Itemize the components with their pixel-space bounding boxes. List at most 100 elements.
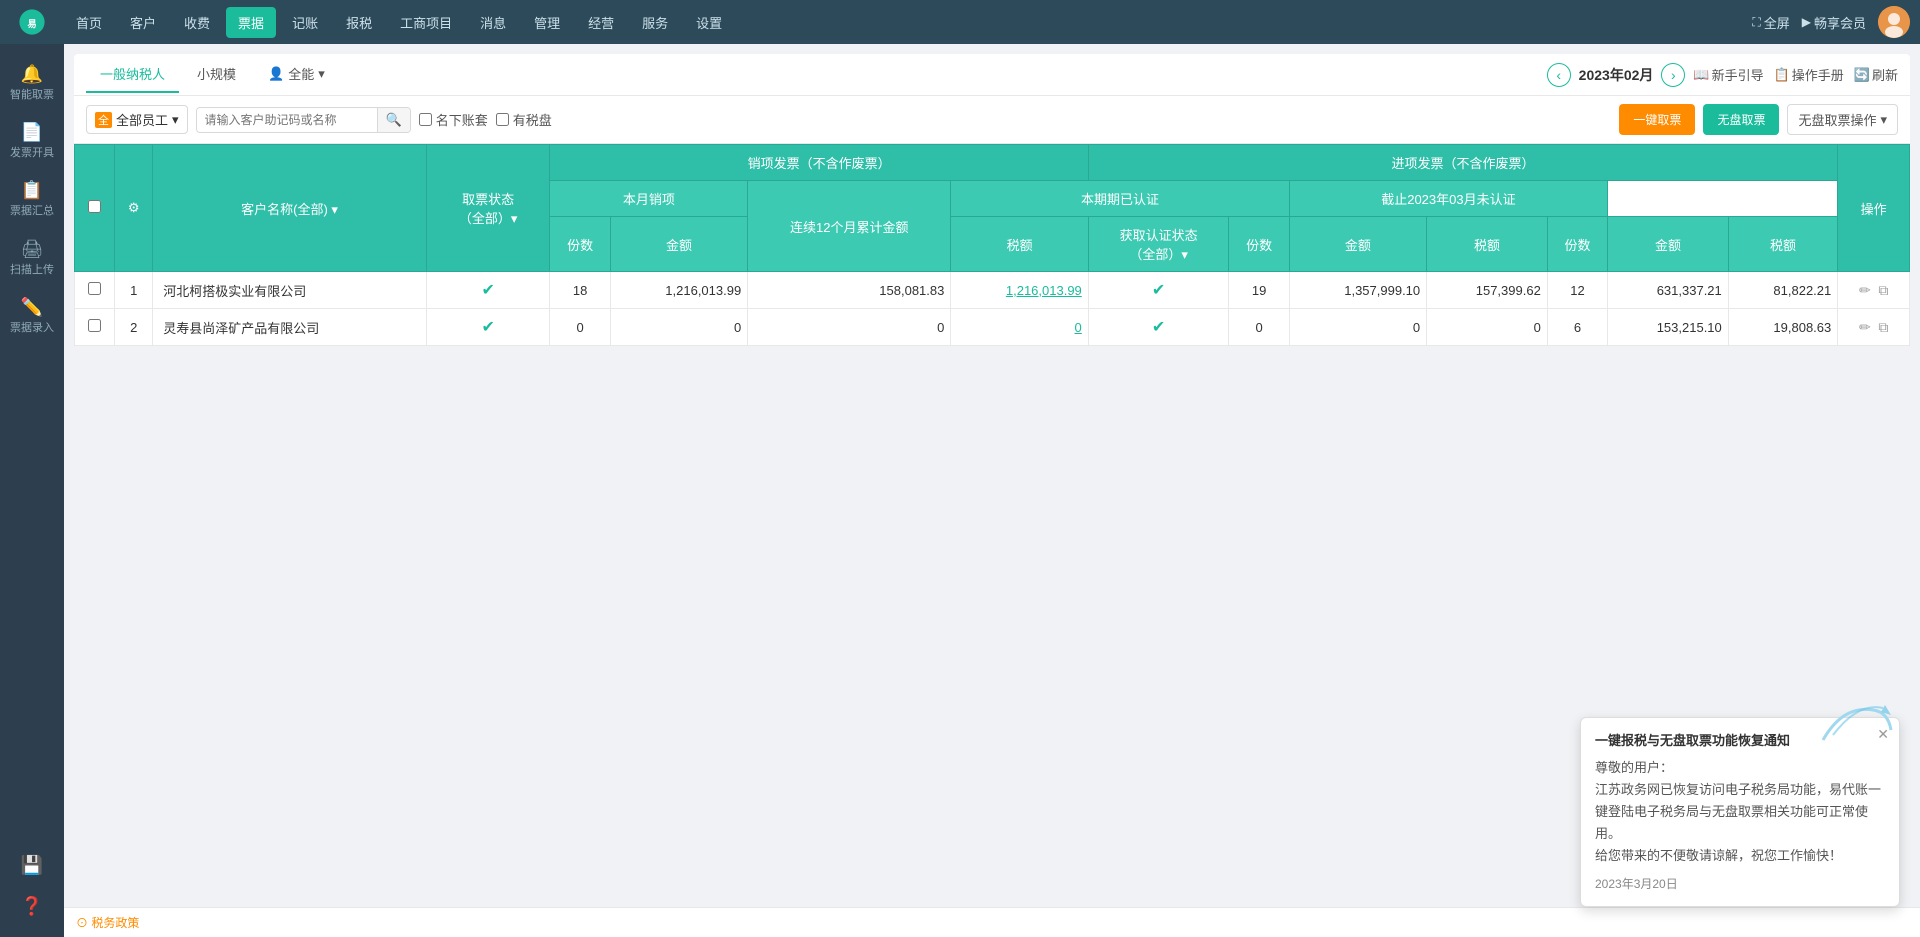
manual-icon: 📋 [1774,67,1790,83]
notification-popup: ✕ 一键报税与无盘取票功能恢复通知 尊敬的用户：江苏政务网已恢复访问电子税务局功… [1580,717,1900,907]
row-uncert-amount: 631,337.21 [1608,272,1729,309]
sidebar-item-invoice-entry[interactable]: ✏️ 票据录入 [0,287,64,345]
nav-settings[interactable]: 设置 [684,7,734,38]
notification-line: 尊敬的用户： [1595,757,1885,779]
nav-invoice[interactable]: 票据 [226,7,276,38]
notification-line: 用。 [1595,823,1885,845]
dropdown-arrow-icon: ▾ [1880,112,1887,128]
row-sale-12m: 1,216,013.99 [951,272,1088,309]
th-customer-name: 客户名称(全部) ▾ [153,145,427,272]
notification-body: 尊敬的用户：江苏政务网已恢复访问电子税务局功能，易代账一键登陆电子税务局与无盘取… [1595,757,1885,867]
tab-nav-right: 📖 新手引导 📋 操作手册 🔄 刷新 [1693,65,1898,84]
tax-disk-checkbox[interactable] [496,113,509,126]
row-sale-tax: 0 [748,309,951,346]
nav-business[interactable]: 工商项目 [388,7,464,38]
notification-date: 2023年3月20日 [1595,875,1885,892]
notification-close-btn[interactable]: ✕ [1877,726,1889,743]
tab-all[interactable]: 👤 全能 ▾ [254,56,339,93]
refresh-btn[interactable]: 🔄 刷新 [1854,65,1898,84]
settings-icon[interactable]: ⚙ [128,200,140,215]
table-container: ⚙ 客户名称(全部) ▾ 取票状态（全部）▾ 销项发票（不含作废票） 进项发票（… [74,144,1910,346]
th-settings: ⚙ [115,145,153,272]
employee-filter-label: 全部员工 [116,110,168,129]
select-all-checkbox[interactable] [88,200,101,213]
period-next-btn[interactable]: › [1661,63,1685,87]
filter-badge: 全 [95,112,112,128]
fullscreen-btn[interactable]: ⛶ 全屏 [1752,13,1789,32]
copy-icon[interactable]: ⧉ [1878,282,1888,298]
sidebar-item-scan-upload[interactable]: 🖨 扫描上传 [0,229,64,287]
row-cert-count: 19 [1229,272,1289,309]
sale-12m-link[interactable]: 1,216,013.99 [1006,283,1082,298]
nav-fee[interactable]: 收费 [172,7,222,38]
nav-bookkeeping[interactable]: 记账 [280,7,330,38]
row-sale-12m: 0 [951,309,1088,346]
bank-checkbox-label[interactable]: 名下账套 [419,110,488,129]
member-btn[interactable]: ▶ 畅享会员 [1802,13,1866,32]
sidebar-item-smart-ticket[interactable]: 🔔 智能取票 [0,54,64,112]
sidebar-item-label-scan: 扫描上传 [10,264,54,277]
nav-home[interactable]: 首页 [64,7,114,38]
tab-small-scale[interactable]: 小规模 [183,56,250,93]
th-12m-total: 连续12个月累计金额 [748,181,951,272]
nav-service[interactable]: 服务 [630,7,680,38]
row-sale-count: 0 [550,309,610,346]
toolbar: 全 全部员工 ▾ 🔍 名下账套 有税盘 一键取票 无盘取票 无盘取票操作 ▾ [74,96,1910,144]
notification-title: 一键报税与无盘取票功能恢复通知 [1595,730,1885,749]
period-nav: ‹ 2023年02月 › [1547,63,1686,87]
notification-line: 键登陆电子税务局与无盘取票相关功能可正常使 [1595,801,1885,823]
top-nav: 易 首页 客户 收费 票据 记账 报税 工商项目 消息 管理 经营 服务 设置 … [0,0,1920,44]
edit-icon[interactable]: ✏ [1859,282,1871,298]
nav-manage[interactable]: 管理 [522,7,572,38]
search-input[interactable] [197,109,377,131]
sidebar-item-invoice-summary[interactable]: 📋 票据汇总 [0,170,64,228]
tax-disk-checkbox-label[interactable]: 有税盘 [496,110,552,129]
sale-12m-link[interactable]: 0 [1075,320,1082,335]
nav-customer[interactable]: 客户 [118,7,168,38]
nav-message[interactable]: 消息 [468,7,518,38]
no-disk-ops-btn[interactable]: 无盘取票操作 ▾ [1787,104,1898,135]
row-checkbox[interactable] [75,309,115,346]
th-checkbox[interactable] [75,145,115,272]
invoice-open-icon: 📄 [21,122,43,143]
sidebar-item-invoice-open[interactable]: 📄 发票开具 [0,112,64,170]
search-button[interactable]: 🔍 [377,108,410,132]
row-sale-amount: 1,216,013.99 [610,272,747,309]
row-uncert-amount: 153,215.10 [1608,309,1729,346]
th-uncert-count: 份数 [1547,217,1607,272]
employee-filter[interactable]: 全 全部员工 ▾ [86,105,188,134]
th-uncertified: 截止2023年03月未认证 [1289,181,1607,217]
row-cert-amount: 0 [1289,309,1426,346]
new-guide-btn[interactable]: 📖 新手引导 [1693,65,1763,84]
th-purchase-group: 进项发票（不含作废票） [1088,145,1837,181]
edit-icon[interactable]: ✏ [1859,319,1871,335]
nav-tax[interactable]: 报税 [334,7,384,38]
row-num: 2 [115,309,153,346]
sidebar-item-download[interactable]: 💾 [0,845,64,886]
th-uncert-tax: 税额 [1728,217,1837,272]
avatar[interactable] [1878,6,1910,38]
th-uncert-amount: 金额 [1608,217,1729,272]
row-uncert-tax: 81,822.21 [1728,272,1837,309]
sidebar-bottom: 💾 ❓ [0,845,64,937]
bank-checkbox[interactable] [419,113,432,126]
row-customer-name: 河北柯搭极实业有限公司 [153,272,427,309]
row-sale-amount: 0 [610,309,747,346]
manual-btn[interactable]: 📋 操作手册 [1774,65,1844,84]
tax-policy-link[interactable]: ⊙ 税务政策 [76,914,139,931]
status-check-icon: ✔ [481,319,494,336]
one-click-ticket-btn[interactable]: 一键取票 [1619,104,1695,135]
row-checkbox[interactable] [75,272,115,309]
nav-operation[interactable]: 经营 [576,7,626,38]
period-prev-btn[interactable]: ‹ [1547,63,1571,87]
th-cert-count: 份数 [1229,217,1289,272]
th-sale-amount-label: 金额 [610,217,747,272]
copy-icon[interactable]: ⧉ [1878,319,1888,335]
tab-general-taxpayer[interactable]: 一般纳税人 [86,56,179,93]
sidebar-item-label-open: 发票开具 [10,147,54,160]
th-sale-tax-label: 税额 [951,217,1088,272]
sidebar-item-help[interactable]: ❓ [0,886,64,927]
main-table: ⚙ 客户名称(全部) ▾ 取票状态（全部）▾ 销项发票（不含作废票） 进项发票（… [74,144,1910,346]
refresh-icon: 🔄 [1854,67,1870,83]
no-disk-ticket-btn[interactable]: 无盘取票 [1703,104,1779,135]
